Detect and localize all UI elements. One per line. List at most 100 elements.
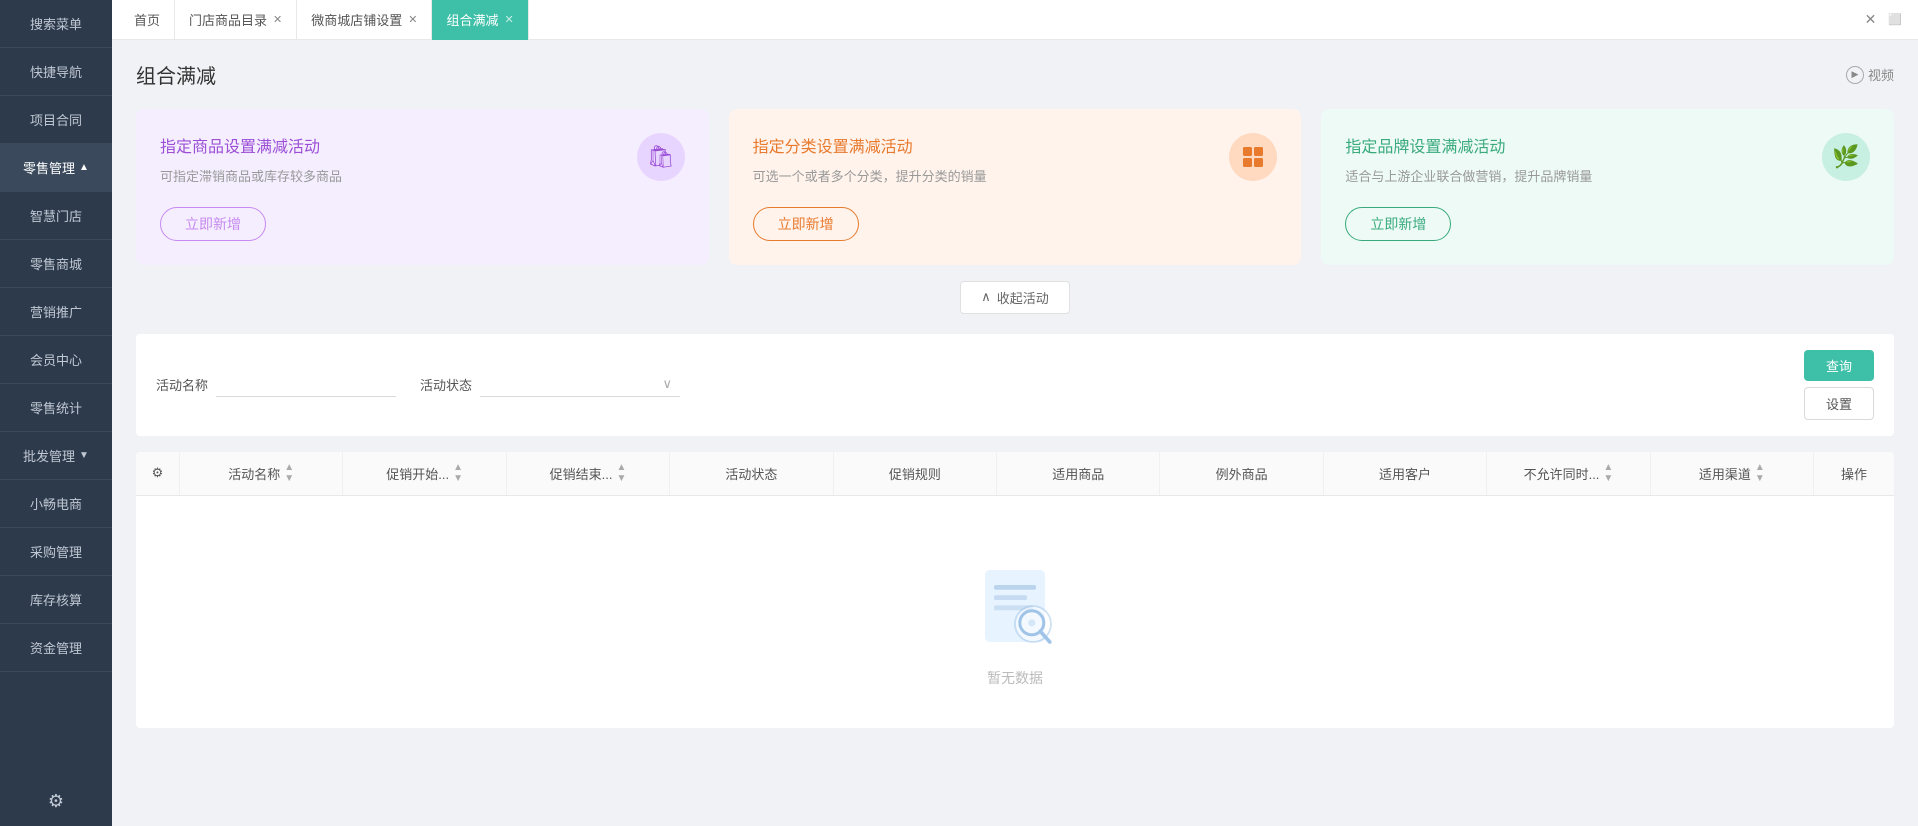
th-rule: 促销规则 <box>834 452 997 495</box>
sidebar-item-marketing[interactable]: 营销推广 <box>0 288 112 336</box>
activity-name-label: 活动名称 <box>156 375 208 394</box>
video-link[interactable]: ▶ 视频 <box>1846 65 1894 84</box>
sidebar-item-retail-stats[interactable]: 零售统计 <box>0 384 112 432</box>
th-customer-label: 适用客户 <box>1379 464 1431 483</box>
window-controls: ✕ ⬜ <box>1865 11 1910 28</box>
empty-illustration <box>955 556 1075 656</box>
th-customer: 适用客户 <box>1324 452 1487 495</box>
th-action: 操作 <box>1814 452 1894 495</box>
setting-button[interactable]: 设置 <box>1804 387 1874 420</box>
activity-name-field: 活动名称 <box>156 373 396 397</box>
maximize-icon[interactable]: ⬜ <box>1888 13 1902 26</box>
chevron-up-icon: ▲ <box>79 162 89 173</box>
th-name: 活动名称 ▲▼ <box>180 452 343 495</box>
th-start-label: 促销开始... <box>386 464 449 483</box>
activity-status-label: 活动状态 <box>420 375 472 394</box>
tab-wechat-store-label: 微商城店铺设置 <box>311 10 402 29</box>
th-action-label: 操作 <box>1841 464 1867 483</box>
card-category-discount: 指定分类设置满减活动 可选一个或者多个分类，提升分类的销量 立即新增 <box>729 109 1302 265</box>
table-header: ⚙ 活动名称 ▲▼ 促销开始... ▲▼ 促销结束... ▲▼ 活动状态 <box>136 452 1894 496</box>
cards-area: 🛍 指定商品设置满减活动 可指定滞销商品或库存较多商品 立即新增 指定分类设置满… <box>136 109 1894 265</box>
card-brand-icon: 🌿 <box>1822 133 1870 181</box>
page-header: 组合满减 ▶ 视频 <box>136 60 1894 89</box>
sidebar-item-project-contract[interactable]: 项目合同 <box>0 96 112 144</box>
card-brand-add-button[interactable]: 立即新增 <box>1345 207 1451 241</box>
sidebar-item-inventory-calc[interactable]: 库存核算 <box>0 576 112 624</box>
sidebar-item-xiaochu-ecom[interactable]: 小畅电商 <box>0 480 112 528</box>
sidebar-item-member-center[interactable]: 会员中心 <box>0 336 112 384</box>
th-rule-label: 促销规则 <box>889 464 941 483</box>
tab-combo-discount[interactable]: 组合满减 ✕ <box>432 0 528 40</box>
card-category-add-button[interactable]: 立即新增 <box>753 207 859 241</box>
th-name-label: 活动名称 <box>228 464 280 483</box>
activity-status-field: 活动状态 ∨ <box>420 372 680 397</box>
tab-store-catalog-label: 门店商品目录 <box>189 10 267 29</box>
sort-icon-start[interactable]: ▲▼ <box>453 462 463 484</box>
chevron-down-icon: ▼ <box>79 450 89 461</box>
sidebar: 搜索菜单 快捷导航 项目合同 零售管理 ▲ 智慧门店 零售商城 营销推广 会员中… <box>0 0 112 826</box>
sidebar-item-retail-mgmt[interactable]: 零售管理 ▲ <box>0 144 112 192</box>
sidebar-item-wholesale-mgmt[interactable]: 批发管理 ▼ <box>0 432 112 480</box>
card-category-title: 指定分类设置满减活动 <box>753 133 1278 157</box>
empty-text: 暂无数据 <box>136 668 1894 688</box>
th-gear[interactable]: ⚙ <box>136 452 180 495</box>
tab-home[interactable]: 首页 <box>120 0 175 40</box>
collapse-bar: ∧ 收起活动 <box>136 281 1894 314</box>
th-no-concurrent: 不允许同时... ▲▼ <box>1487 452 1650 495</box>
sort-icon-channel[interactable]: ▲▼ <box>1755 462 1765 484</box>
sort-icon-concurrent[interactable]: ▲▼ <box>1603 462 1613 484</box>
tab-store-catalog-close[interactable]: ✕ <box>273 13 282 26</box>
card-product-title: 指定商品设置满减活动 <box>160 133 685 157</box>
table-area: ⚙ 活动名称 ▲▼ 促销开始... ▲▼ 促销结束... ▲▼ 活动状态 <box>136 452 1894 728</box>
sidebar-search[interactable]: 搜索菜单 <box>0 0 112 48</box>
th-goods: 适用商品 <box>997 452 1160 495</box>
th-end: 促销结束... ▲▼ <box>507 452 670 495</box>
sort-icon-name[interactable]: ▲▼ <box>284 462 294 484</box>
card-brand-title: 指定品牌设置满减活动 <box>1345 133 1870 157</box>
search-row: 活动名称 活动状态 ∨ 查询 设置 <box>156 350 1874 420</box>
th-no-concurrent-label: 不允许同时... <box>1524 464 1600 483</box>
sidebar-item-smart-store[interactable]: 智慧门店 <box>0 192 112 240</box>
video-label: 视频 <box>1868 65 1894 84</box>
collapse-label: 收起活动 <box>997 288 1049 307</box>
tab-bar: 首页 门店商品目录 ✕ 微商城店铺设置 ✕ 组合满减 ✕ ✕ ⬜ <box>112 0 1918 40</box>
empty-state: 暂无数据 <box>136 496 1894 728</box>
tab-wechat-store-setting[interactable]: 微商城店铺设置 ✕ <box>297 0 432 40</box>
search-area: 活动名称 活动状态 ∨ 查询 设置 <box>136 334 1894 436</box>
tab-home-label: 首页 <box>134 10 160 29</box>
th-goods-label: 适用商品 <box>1052 464 1104 483</box>
query-button[interactable]: 查询 <box>1804 350 1874 381</box>
tab-store-catalog[interactable]: 门店商品目录 ✕ <box>175 0 297 40</box>
tab-combo-discount-label: 组合满减 <box>446 10 498 29</box>
settings-button[interactable]: ⚙ <box>0 777 112 826</box>
search-buttons: 查询 设置 <box>1804 350 1874 420</box>
page-content: 组合满减 ▶ 视频 🛍 指定商品设置满减活动 可指定滞销商品或库存较多商品 立即… <box>112 40 1918 826</box>
card-category-icon <box>1229 133 1277 181</box>
card-product-add-button[interactable]: 立即新增 <box>160 207 266 241</box>
sort-icon-end[interactable]: ▲▼ <box>616 462 626 484</box>
collapse-icon: ∧ <box>981 289 991 305</box>
activity-status-select[interactable]: ∨ <box>480 372 680 397</box>
gear-icon: ⚙ <box>48 791 64 811</box>
th-status-label: 活动状态 <box>725 464 777 483</box>
collapse-button[interactable]: ∧ 收起活动 <box>960 281 1070 314</box>
card-product-discount: 🛍 指定商品设置满减活动 可指定滞销商品或库存较多商品 立即新增 <box>136 109 709 265</box>
card-brand-desc: 适合与上游企业联合做营销，提升品牌销量 <box>1345 167 1870 187</box>
sidebar-item-purchase-mgmt[interactable]: 采购管理 <box>0 528 112 576</box>
close-icon[interactable]: ✕ <box>1865 11 1877 28</box>
card-product-icon: 🛍 <box>637 133 685 181</box>
tab-wechat-store-close[interactable]: ✕ <box>408 13 417 26</box>
card-product-desc: 可指定滞销商品或库存较多商品 <box>160 167 685 187</box>
page-title: 组合满减 <box>136 60 216 89</box>
main-area: 首页 门店商品目录 ✕ 微商城店铺设置 ✕ 组合满减 ✕ ✕ ⬜ 组合满减 ▶ … <box>112 0 1918 826</box>
activity-name-input[interactable] <box>216 373 396 397</box>
tab-combo-discount-close[interactable]: ✕ <box>505 13 514 26</box>
sidebar-item-quick-nav[interactable]: 快捷导航 <box>0 48 112 96</box>
th-channel-label: 适用渠道 <box>1699 464 1751 483</box>
sidebar-item-capital-mgmt[interactable]: 资金管理 <box>0 624 112 672</box>
sidebar-item-retail-mall[interactable]: 零售商城 <box>0 240 112 288</box>
th-start: 促销开始... ▲▼ <box>343 452 506 495</box>
sidebar-item-label: 批发管理 <box>23 446 75 465</box>
card-brand-discount: 🌿 指定品牌设置满减活动 适合与上游企业联合做营销，提升品牌销量 立即新增 <box>1321 109 1894 265</box>
th-end-label: 促销结束... <box>550 464 613 483</box>
